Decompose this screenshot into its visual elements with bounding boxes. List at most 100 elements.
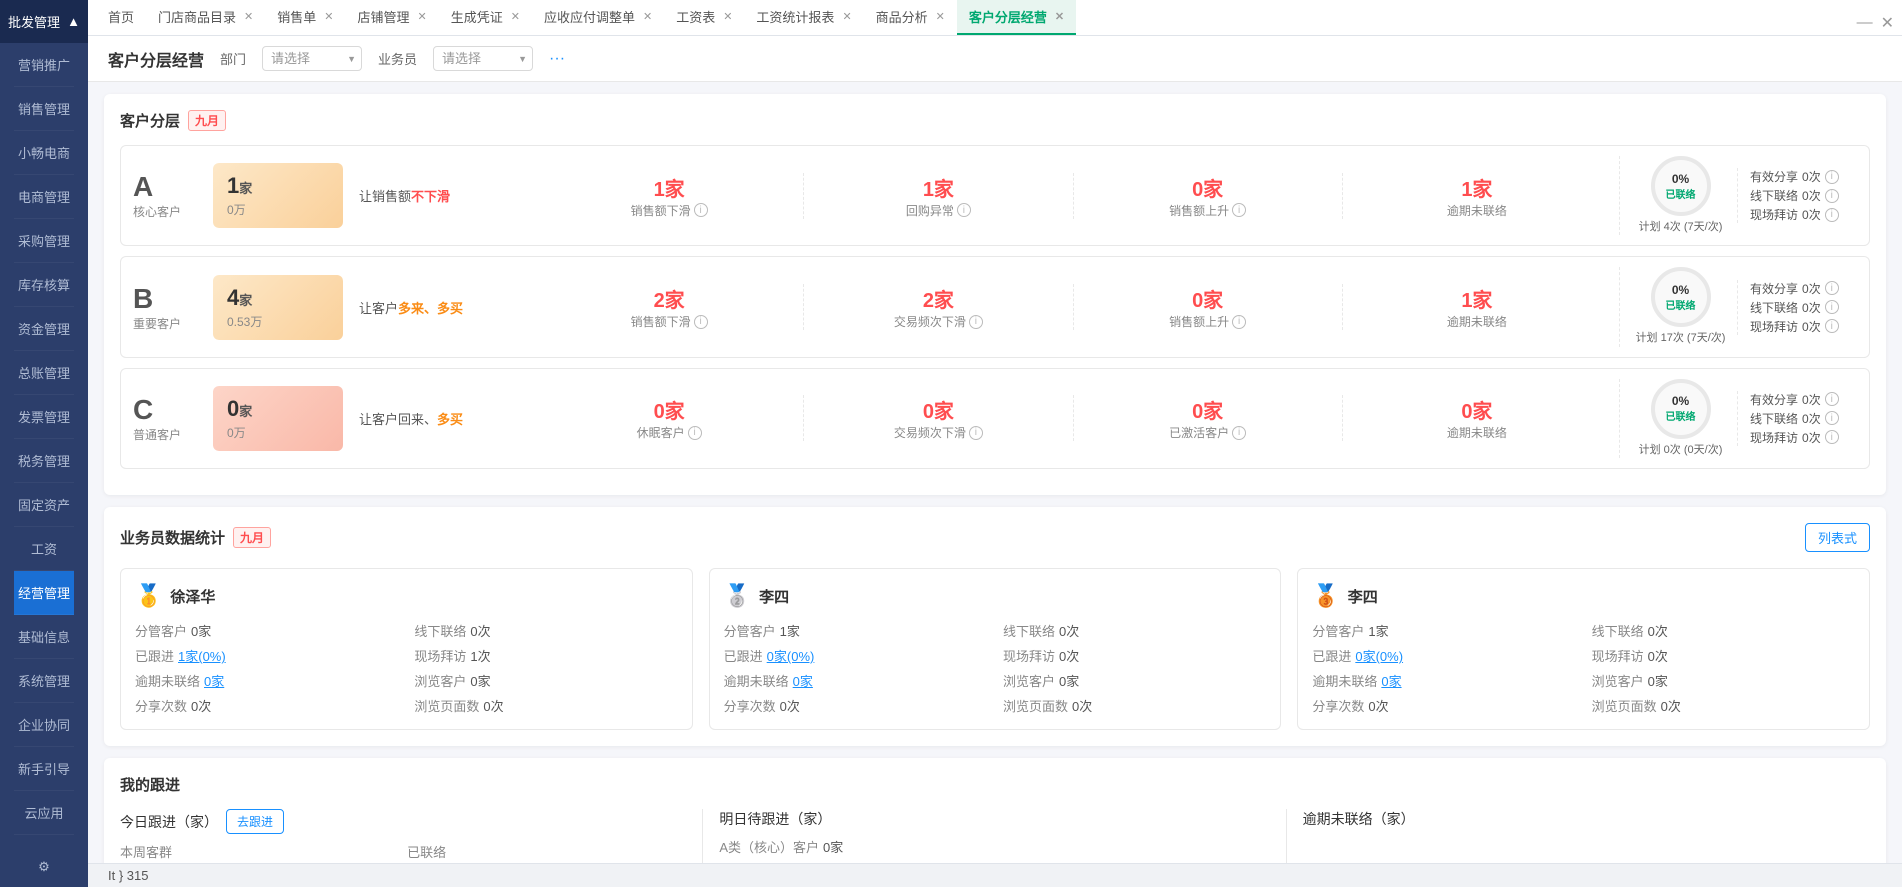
list-view-button[interactable]: 列表式 bbox=[1805, 523, 1870, 552]
tab-工资统计报表[interactable]: 工资统计报表✕ bbox=[744, 0, 863, 35]
tab-店铺管理[interactable]: 店铺管理 ✕ bbox=[345, 0, 438, 35]
sidebar-item-基础信息[interactable]: 基础信息 bbox=[14, 615, 74, 659]
tab-close-icon[interactable]: ✕ bbox=[244, 10, 253, 23]
biz-row-label: 线下联络 bbox=[1003, 621, 1055, 640]
tab-close-icon[interactable]: ✕ bbox=[643, 10, 652, 23]
tab-close-icon[interactable]: ✕ bbox=[842, 10, 851, 23]
followup-go-button[interactable]: 去跟进 bbox=[226, 809, 284, 834]
tier-stat-num: 1家 bbox=[543, 173, 795, 202]
info-icon[interactable]: i bbox=[1825, 189, 1839, 203]
extra-stat-label: 线下联络 bbox=[1750, 187, 1798, 204]
medal-icon: 🥉 bbox=[1312, 583, 1339, 609]
tab-商品分析[interactable]: 商品分析✕ bbox=[864, 0, 957, 35]
tier-count-box-A: 1家0万 bbox=[213, 163, 343, 228]
biz-row-label: 浏览客户 bbox=[1003, 671, 1055, 690]
sidebar-item-固定资产[interactable]: 固定资产 bbox=[14, 483, 74, 527]
dept-select[interactable]: 请选择 bbox=[262, 46, 362, 71]
tier-stat-label: 交易频次下滑 i bbox=[812, 313, 1064, 330]
sidebar-collapse-icon[interactable]: ▲ bbox=[67, 14, 80, 29]
info-icon[interactable]: i bbox=[1825, 208, 1839, 222]
info-icon[interactable]: i bbox=[694, 203, 708, 217]
biz-row-val[interactable]: 1家(0%) bbox=[178, 646, 226, 665]
sidebar-item-小畅电商[interactable]: 小畅电商 bbox=[14, 131, 74, 175]
sidebar-item-采购管理[interactable]: 采购管理 bbox=[14, 219, 74, 263]
tab-close-icon[interactable]: ✕ bbox=[723, 10, 732, 23]
sidebar-item-电商管理[interactable]: 电商管理 bbox=[14, 175, 74, 219]
info-icon[interactable]: i bbox=[1825, 170, 1839, 184]
sidebar-item-总账管理[interactable]: 总账管理 bbox=[14, 351, 74, 395]
followup-col-title: 明日待跟进（家） bbox=[719, 809, 1269, 829]
sidebar-item-云应用[interactable]: 云应用 bbox=[14, 791, 74, 835]
tab-close-icon[interactable]: ✕ bbox=[1055, 10, 1064, 23]
tab-客户分层经营[interactable]: 客户分层经营✕ bbox=[957, 0, 1076, 35]
customer-section-title-text: 客户分层 bbox=[120, 110, 180, 131]
tab-close-icon[interactable]: ✕ bbox=[418, 10, 427, 23]
sidebar-header[interactable]: 批发管理 ▲ bbox=[0, 0, 88, 43]
info-icon[interactable]: i bbox=[969, 426, 983, 440]
medal-icon: 🥇 bbox=[135, 583, 162, 609]
circle-sub: 已联络 bbox=[1666, 408, 1696, 423]
sidebar-item-发票管理[interactable]: 发票管理 bbox=[14, 395, 74, 439]
tab-工资表[interactable]: 工资表✕ bbox=[664, 0, 744, 35]
biz-row-val[interactable]: 0家(0%) bbox=[767, 646, 815, 665]
extra-stat-row: 线下联络0次i bbox=[1750, 410, 1857, 427]
sidebar-item-新手引导[interactable]: 新手引导 bbox=[14, 747, 74, 791]
sidebar-gear-icon[interactable]: ⚙ bbox=[0, 847, 88, 887]
biz-row-label: 逾期未联络 bbox=[724, 671, 789, 690]
tier-count-box-C: 0家0万 bbox=[213, 386, 343, 451]
tier-stat-num: 0家 bbox=[1082, 395, 1334, 424]
info-icon[interactable]: i bbox=[1825, 281, 1839, 295]
extra-stat-label: 现场拜访 bbox=[1750, 318, 1798, 335]
sidebar-item-销售管理[interactable]: 销售管理 bbox=[14, 87, 74, 131]
staff-select[interactable]: 请选择 bbox=[433, 46, 533, 71]
info-icon[interactable]: i bbox=[1825, 411, 1839, 425]
biz-row-val[interactable]: 0家 bbox=[1381, 671, 1401, 690]
tab-close-icon[interactable]: ✕ bbox=[324, 10, 333, 23]
biz-header: 业务员数据统计 九月 列表式 bbox=[120, 523, 1870, 552]
info-icon[interactable]: i bbox=[694, 315, 708, 329]
tab-门店商品目录[interactable]: 门店商品目录✕ bbox=[146, 0, 265, 35]
tab-生成凭证[interactable]: 生成凭证 ✕ bbox=[439, 0, 532, 35]
info-icon[interactable]: i bbox=[957, 203, 971, 217]
dept-label: 部门 bbox=[220, 49, 246, 68]
tier-stat-label: 逾期未联络 bbox=[1351, 202, 1603, 219]
tab-close-icon[interactable]: ✕ bbox=[936, 10, 945, 23]
biz-data-row: 已跟进1家(0%) bbox=[135, 646, 398, 665]
tab-close-icon[interactable]: ✕ bbox=[511, 10, 520, 23]
extra-stat-label: 现场拜访 bbox=[1750, 429, 1798, 446]
info-icon[interactable]: i bbox=[1825, 430, 1839, 444]
tab-应收应付调整单[interactable]: 应收应付调整单✕ bbox=[532, 0, 664, 35]
sidebar-item-经营管理[interactable]: 经营管理 bbox=[14, 571, 74, 615]
info-icon[interactable]: i bbox=[1825, 319, 1839, 333]
sidebar-item-营销推广[interactable]: 营销推广 bbox=[14, 43, 74, 87]
tab-label: 店铺管理 bbox=[357, 7, 409, 26]
biz-row-val[interactable]: 0家 bbox=[204, 671, 224, 690]
tab-label: 生成凭证 bbox=[451, 7, 503, 26]
info-icon[interactable]: i bbox=[1825, 300, 1839, 314]
followup-col-title: 今日跟进（家）去跟进 bbox=[120, 809, 686, 834]
tab-bar-actions[interactable]: — ✕ bbox=[1857, 13, 1894, 35]
tier-stat-item: 1家销售额下滑 i bbox=[535, 173, 804, 219]
sidebar-item-资金管理[interactable]: 资金管理 bbox=[14, 307, 74, 351]
sidebar-item-系统管理[interactable]: 系统管理 bbox=[14, 659, 74, 703]
sidebar-item-库存核算[interactable]: 库存核算 bbox=[14, 263, 74, 307]
tier-stat-item: 0家销售额上升 i bbox=[1074, 173, 1343, 219]
biz-row-val[interactable]: 0家 bbox=[793, 671, 813, 690]
tab-首页[interactable]: 首页 bbox=[96, 0, 146, 35]
window-minimize-icon[interactable]: — bbox=[1857, 14, 1873, 32]
sidebar-item-企业协同[interactable]: 企业协同 bbox=[14, 703, 74, 747]
tab-销售单[interactable]: 销售单✕ bbox=[265, 0, 345, 35]
sidebar-item-工资[interactable]: 工资 bbox=[14, 527, 74, 571]
more-filter-icon[interactable]: ··· bbox=[549, 50, 565, 68]
info-icon[interactable]: i bbox=[1232, 203, 1246, 217]
info-icon[interactable]: i bbox=[688, 426, 702, 440]
tier-suggestion-C: 让客户回来、多买 bbox=[359, 409, 519, 428]
info-icon[interactable]: i bbox=[1232, 426, 1246, 440]
biz-row-val: 0次 bbox=[780, 696, 800, 715]
info-icon[interactable]: i bbox=[969, 315, 983, 329]
window-close-icon[interactable]: ✕ bbox=[1881, 13, 1894, 33]
info-icon[interactable]: i bbox=[1232, 315, 1246, 329]
biz-row-val[interactable]: 0家(0%) bbox=[1355, 646, 1403, 665]
info-icon[interactable]: i bbox=[1825, 392, 1839, 406]
sidebar-item-税务管理[interactable]: 税务管理 bbox=[14, 439, 74, 483]
